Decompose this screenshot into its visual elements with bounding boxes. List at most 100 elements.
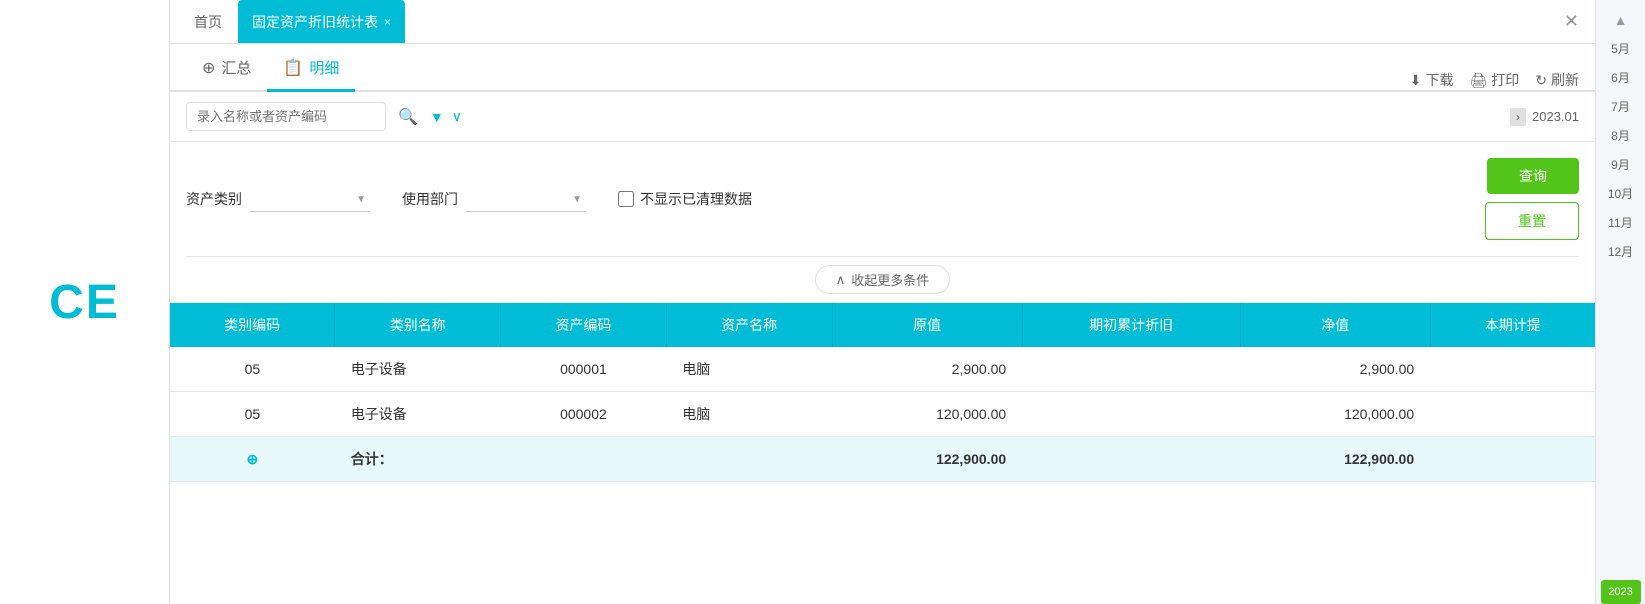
print-button[interactable]: 🖨 打印 — [1469, 70, 1519, 90]
refresh-button[interactable]: ↻ 刷新 — [1535, 70, 1579, 90]
logo-area: CE — [0, 0, 170, 604]
refresh-icon: ↻ — [1535, 72, 1547, 89]
cell-current-depreciation — [1430, 347, 1595, 392]
col-asset-name: 资产名称 — [666, 303, 832, 347]
cell-net-value: 2,900.00 — [1240, 347, 1430, 392]
total-current-depreciation — [1430, 437, 1595, 482]
cell-asset-code: 000002 — [501, 392, 667, 437]
tab-bar: ⊕ 汇总 📋 明细 ⬇ 下载 🖨 打印 ↻ 刷新 — [170, 44, 1595, 92]
total-label: 合计： — [335, 437, 667, 482]
more-conditions-button[interactable]: ▼ ∨ — [430, 108, 462, 125]
cell-net-value: 120,000.00 — [1240, 392, 1430, 437]
sidebar-month-item[interactable]: 10月 — [1601, 179, 1641, 208]
cell-asset-name: 电脑 — [666, 347, 832, 392]
search-input[interactable] — [186, 102, 386, 131]
summary-icon: ⊕ — [202, 58, 215, 78]
nav-home[interactable]: 首页 — [186, 12, 230, 32]
query-button[interactable]: 查询 — [1487, 158, 1579, 194]
total-net-value: 122,900.00 — [1240, 437, 1430, 482]
cell-accumulated-depreciation — [1022, 392, 1240, 437]
right-sidebar: ▲ 5月6月7月8月9月10月11月12月 2023 — [1595, 0, 1645, 604]
filter-asset-category: 资产类别 — [186, 187, 370, 212]
asset-category-select[interactable] — [250, 187, 370, 212]
total-empty — [666, 437, 832, 482]
detail-icon: 📋 — [283, 58, 303, 78]
hide-cleared-filter: 不显示已清理数据 — [618, 189, 752, 209]
col-asset-code: 资产编码 — [501, 303, 667, 347]
toolbar: ⬇ 下载 🖨 打印 ↻ 刷新 — [1410, 70, 1579, 90]
tab-detail-label: 明细 — [309, 57, 339, 78]
collapse-button[interactable]: ∧ 收起更多条件 — [815, 265, 951, 294]
col-accumulated-depreciation: 期初累计折旧 — [1022, 303, 1240, 347]
search-icon[interactable]: 🔍 — [398, 107, 418, 127]
filter-area: 资产类别 使用部门 不显示已清理数据 — [170, 142, 1595, 303]
download-button[interactable]: ⬇ 下载 — [1410, 70, 1454, 90]
table-wrapper: 类别编码 类别名称 资产编码 资产名称 原值 期初累计折旧 净值 本期计提 05… — [170, 303, 1595, 604]
department-select[interactable] — [466, 187, 586, 212]
sidebar-year[interactable]: 2023 — [1601, 580, 1641, 604]
total-row: ⊕ 合计： 122,900.00 122,900.00 — [170, 437, 1595, 482]
cell-category-code: 05 — [170, 347, 335, 392]
table-header-row: 类别编码 类别名称 资产编码 资产名称 原值 期初累计折旧 净值 本期计提 — [170, 303, 1595, 347]
tab-detail[interactable]: 📋 明细 — [267, 46, 355, 92]
department-label: 使用部门 — [402, 189, 458, 209]
cell-category-name: 电子设备 — [335, 392, 501, 437]
date-value: 2023.01 — [1532, 109, 1579, 124]
download-label: 下载 — [1425, 70, 1453, 90]
active-tab-label: 固定资产折旧统计表 — [252, 12, 378, 32]
logo-text: CE — [49, 275, 120, 330]
cell-accumulated-depreciation — [1022, 347, 1240, 392]
tab-summary[interactable]: ⊕ 汇总 — [186, 46, 267, 92]
sidebar-month-item[interactable]: 11月 — [1601, 208, 1641, 237]
col-net-value: 净值 — [1240, 303, 1430, 347]
search-bar: 🔍 ▼ ∨ › 2023.01 — [170, 92, 1595, 142]
sidebar-month-item[interactable]: 9月 — [1601, 150, 1641, 179]
hide-cleared-checkbox[interactable] — [618, 191, 634, 207]
date-display: › 2023.01 — [1510, 108, 1579, 126]
reset-button[interactable]: 重置 — [1485, 202, 1579, 240]
window-close-button[interactable]: ✕ — [1564, 11, 1579, 32]
total-accumulated-depreciation — [1022, 437, 1240, 482]
sidebar-month-item[interactable]: 7月 — [1601, 92, 1641, 121]
data-table: 类别编码 类别名称 资产编码 资产名称 原值 期初累计折旧 净值 本期计提 05… — [170, 303, 1595, 482]
sidebar-month-item[interactable]: 5月 — [1601, 34, 1641, 63]
refresh-label: 刷新 — [1551, 70, 1579, 90]
sidebar-months: 5月6月7月8月9月10月11月12月 — [1601, 34, 1641, 266]
hide-cleared-label: 不显示已清理数据 — [640, 189, 752, 209]
cell-original-value: 120,000.00 — [832, 392, 1022, 437]
active-tab[interactable]: 固定资产折旧统计表 × — [238, 0, 405, 43]
sidebar-month-item[interactable]: 12月 — [1601, 237, 1641, 266]
collapse-label: 收起更多条件 — [851, 270, 929, 289]
action-buttons: 查询 重置 — [1485, 158, 1579, 240]
total-original-value: 122,900.00 — [832, 437, 1022, 482]
total-icon-cell: ⊕ — [170, 437, 335, 482]
date-prev-button[interactable]: › — [1510, 108, 1526, 126]
main-content: 首页 固定资产折旧统计表 × ✕ ⊕ 汇总 📋 明细 ⬇ 下载 🖨 打印 — [170, 0, 1595, 604]
sidebar-month-item[interactable]: 8月 — [1601, 121, 1641, 150]
filter-row: 资产类别 使用部门 不显示已清理数据 — [186, 158, 1579, 240]
table-row[interactable]: 05 电子设备 000002 电脑 120,000.00 120,000.00 — [170, 392, 1595, 437]
print-icon: 🖨 — [1469, 72, 1487, 89]
tab-summary-label: 汇总 — [221, 57, 251, 78]
print-label: 打印 — [1491, 70, 1519, 90]
col-original-value: 原值 — [832, 303, 1022, 347]
sidebar-nav-up[interactable]: ▲ — [1610, 8, 1632, 32]
tab-close-button[interactable]: × — [384, 15, 391, 29]
asset-category-label: 资产类别 — [186, 189, 242, 209]
filter-icon: ▼ — [430, 109, 444, 125]
collapse-icon: ∧ — [836, 272, 846, 288]
collapse-bar: ∧ 收起更多条件 — [186, 256, 1579, 302]
department-select-wrapper — [466, 187, 586, 212]
cell-current-depreciation — [1430, 392, 1595, 437]
chevron-down-icon: ∨ — [452, 108, 462, 125]
cell-asset-name: 电脑 — [666, 392, 832, 437]
table-row[interactable]: 05 电子设备 000001 电脑 2,900.00 2,900.00 — [170, 347, 1595, 392]
cell-asset-code: 000001 — [501, 347, 667, 392]
cell-category-name: 电子设备 — [335, 347, 501, 392]
col-current-depreciation: 本期计提 — [1430, 303, 1595, 347]
sidebar-month-item[interactable]: 6月 — [1601, 63, 1641, 92]
col-category-name: 类别名称 — [335, 303, 501, 347]
asset-category-select-wrapper — [250, 187, 370, 212]
cell-category-code: 05 — [170, 392, 335, 437]
download-icon: ⬇ — [1410, 72, 1422, 89]
